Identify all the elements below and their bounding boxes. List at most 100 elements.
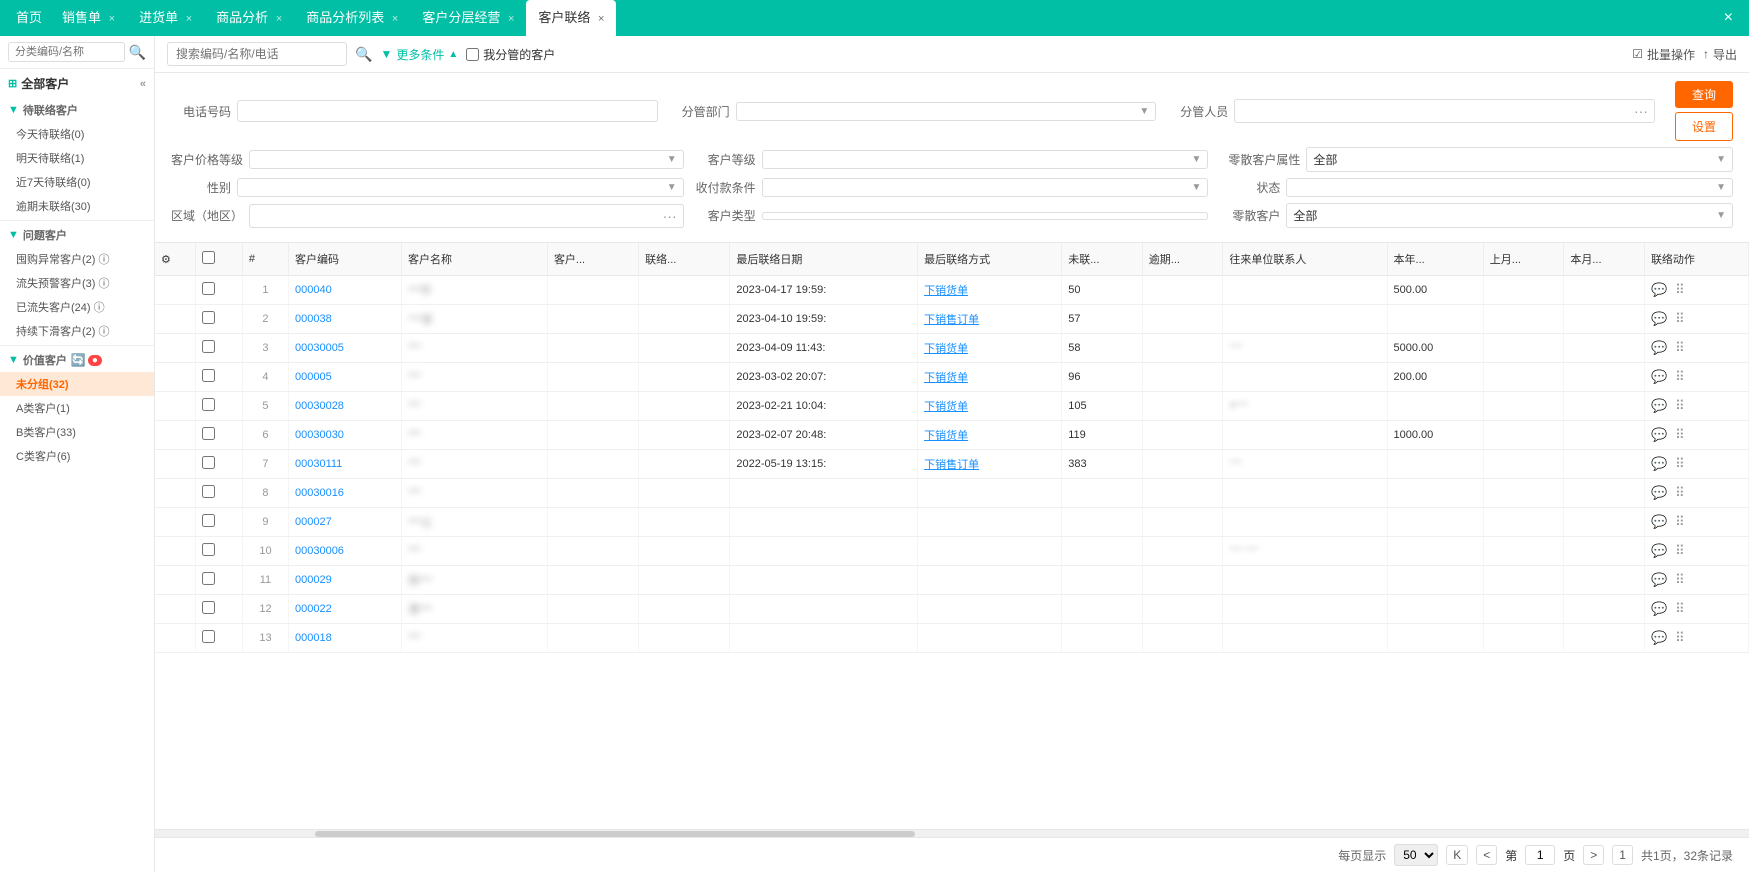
row-select-checkbox[interactable] — [202, 311, 215, 324]
retail-customer-select[interactable]: 全部 ▼ — [1286, 203, 1733, 228]
apps-icon[interactable]: ⠿ — [1675, 456, 1685, 472]
apps-icon[interactable]: ⠿ — [1675, 485, 1685, 501]
col-last-month[interactable]: 上月... — [1483, 243, 1564, 276]
apps-icon[interactable]: ⠿ — [1675, 601, 1685, 617]
row-name[interactable]: ***公 — [402, 508, 548, 537]
apps-icon[interactable]: ⠿ — [1675, 398, 1685, 414]
row-name[interactable]: 溧*** — [402, 595, 548, 624]
col-this-year[interactable]: 本年... — [1387, 243, 1483, 276]
batch-operations-button[interactable]: ☑ 批量操作 — [1632, 46, 1695, 63]
row-name[interactable]: 扬*** — [402, 566, 548, 595]
col-contact-person[interactable]: 往来单位联系人 — [1223, 243, 1387, 276]
row-select-checkbox[interactable] — [202, 630, 215, 643]
col-overdue[interactable]: 逾期... — [1142, 243, 1223, 276]
sidebar-search-input[interactable] — [8, 42, 125, 62]
my-customers-check[interactable] — [466, 48, 479, 61]
sidebar-item-churned[interactable]: 已流失客户(24) ⓘ — [0, 295, 154, 319]
row-select-checkbox[interactable] — [202, 601, 215, 614]
row-select-checkbox[interactable] — [202, 485, 215, 498]
row-last-contact-method[interactable]: 下销货单 — [918, 392, 1062, 421]
row-code[interactable]: 000029 — [288, 566, 401, 595]
nav-product-analysis-list[interactable]: 商品分析列表 × — [294, 0, 410, 36]
window-close-button[interactable]: × — [1716, 9, 1741, 27]
row-last-contact-method[interactable] — [918, 624, 1062, 653]
row-code[interactable]: 000022 — [288, 595, 401, 624]
row-code[interactable]: 00030006 — [288, 537, 401, 566]
horizontal-scrollbar[interactable] — [155, 829, 1749, 837]
col-last-contact-method[interactable]: 最后联络方式 — [918, 243, 1062, 276]
row-last-contact-method[interactable] — [918, 508, 1062, 537]
chat-icon[interactable]: 💬 — [1651, 311, 1667, 327]
row-name[interactable]: ***请 — [402, 305, 548, 334]
nav-product-analysis-close[interactable]: × — [276, 13, 282, 25]
payment-select[interactable]: ▼ — [762, 178, 1209, 197]
row-last-contact-method[interactable] — [918, 479, 1062, 508]
row-select-checkbox[interactable] — [202, 340, 215, 353]
row-last-contact-method[interactable]: 下销售订单 — [918, 305, 1062, 334]
collapse-icon[interactable]: « — [140, 78, 146, 90]
nav-customer-tier[interactable]: 客户分层经营 × — [410, 0, 526, 36]
apps-icon[interactable]: ⠿ — [1675, 630, 1685, 646]
nav-sales-order[interactable]: 销售单 × — [50, 0, 127, 36]
value-customers-group[interactable]: ▼ 价值客户 🔄 ● — [0, 348, 154, 372]
sidebar-item-hoard-anomaly[interactable]: 囤购异常客户(2) ⓘ — [0, 247, 154, 271]
row-select-checkbox[interactable] — [202, 543, 215, 556]
customer-level-select[interactable]: ▼ — [762, 150, 1209, 169]
col-type[interactable]: 客户... — [547, 243, 638, 276]
chat-icon[interactable]: 💬 — [1651, 427, 1667, 443]
region-ellipsis[interactable]: ··· — [663, 208, 677, 224]
nav-purchase-order-close[interactable]: × — [186, 13, 192, 25]
row-select-checkbox[interactable] — [202, 282, 215, 295]
row-code[interactable]: 00030030 — [288, 421, 401, 450]
sidebar-item-churn-warning[interactable]: 流失预警客户(3) ⓘ — [0, 271, 154, 295]
person-select[interactable]: ··· — [1234, 99, 1655, 123]
row-code[interactable]: 000005 — [288, 363, 401, 392]
chat-icon[interactable]: 💬 — [1651, 340, 1667, 356]
row-last-contact-method[interactable] — [918, 595, 1062, 624]
apps-icon[interactable]: ⠿ — [1675, 311, 1685, 327]
per-page-select[interactable]: 50 — [1394, 844, 1438, 866]
row-select-checkbox[interactable] — [202, 514, 215, 527]
sidebar-item-declining[interactable]: 持续下滑客户(2) ⓘ — [0, 319, 154, 343]
nav-customer-contact-close[interactable]: × — [598, 13, 604, 25]
sidebar-item-class-b[interactable]: B类客户(33) — [0, 420, 154, 444]
row-code[interactable]: 00030005 — [288, 334, 401, 363]
sidebar-item-tomorrow[interactable]: 明天待联络(1) — [0, 146, 154, 170]
apps-icon[interactable]: ⠿ — [1675, 543, 1685, 559]
chat-icon[interactable]: 💬 — [1651, 282, 1667, 298]
chat-icon[interactable]: 💬 — [1651, 630, 1667, 646]
col-name[interactable]: 客户名称 — [402, 243, 548, 276]
chat-icon[interactable]: 💬 — [1651, 485, 1667, 501]
status-select[interactable]: ▼ — [1286, 178, 1733, 197]
row-last-contact-method[interactable]: 下销售订单 — [918, 450, 1062, 479]
gender-select[interactable]: ▼ — [237, 178, 684, 197]
row-name[interactable]: *** — [402, 392, 548, 421]
row-name[interactable]: *** — [402, 537, 548, 566]
apps-icon[interactable]: ⠿ — [1675, 340, 1685, 356]
all-customers-header[interactable]: ⊞ 全部客户 « — [0, 69, 154, 98]
retail-attr-select[interactable]: 全部 ▼ — [1306, 147, 1733, 172]
row-code[interactable]: 000040 — [288, 276, 401, 305]
apps-icon[interactable]: ⠿ — [1675, 514, 1685, 530]
col-no-contact-days[interactable]: 未联... — [1062, 243, 1143, 276]
apps-icon[interactable]: ⠿ — [1675, 427, 1685, 443]
row-select-checkbox[interactable] — [202, 572, 215, 585]
select-all-checkbox[interactable] — [202, 251, 215, 264]
sidebar-item-class-a[interactable]: A类客户(1) — [0, 396, 154, 420]
row-name[interactable]: *** — [402, 450, 548, 479]
apps-icon[interactable]: ⠿ — [1675, 572, 1685, 588]
row-last-contact-method[interactable] — [918, 566, 1062, 595]
nav-product-analysis-list-close[interactable]: × — [392, 13, 398, 25]
dept-select[interactable]: ▼ — [736, 102, 1157, 121]
refresh-icon[interactable]: 🔄 — [71, 353, 86, 367]
current-page-input[interactable] — [1525, 845, 1555, 865]
chat-icon[interactable]: 💬 — [1651, 572, 1667, 588]
prev-page-button[interactable]: < — [1476, 845, 1497, 865]
row-code[interactable]: 00030016 — [288, 479, 401, 508]
row-name[interactable]: ***件 — [402, 276, 548, 305]
customer-type-select[interactable] — [762, 212, 1209, 220]
nav-purchase-order[interactable]: 进货单 × — [127, 0, 204, 36]
query-button[interactable]: 查询 — [1675, 81, 1733, 108]
next-page-button[interactable]: > — [1583, 845, 1604, 865]
sidebar-item-overdue[interactable]: 逾期未联络(30) — [0, 194, 154, 218]
